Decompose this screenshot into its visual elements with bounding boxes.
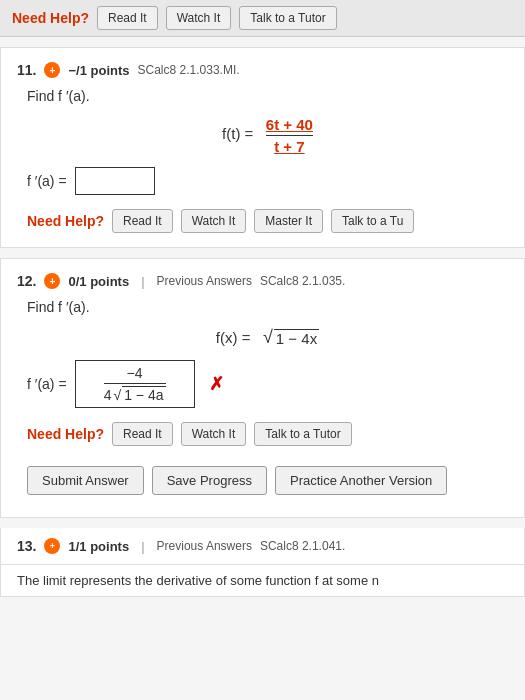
q12-answer-box: −4 4 √ 1 − 4a bbox=[75, 360, 195, 408]
q12-function: f(x) = √ 1 − 4x bbox=[27, 327, 508, 348]
q11-denominator: t + 7 bbox=[266, 136, 313, 155]
read-it-button-top[interactable]: Read It bbox=[97, 6, 158, 30]
q11-watch-it-button[interactable]: Watch It bbox=[181, 209, 247, 233]
q12-number: 12. bbox=[17, 273, 36, 289]
q12-points: 0/1 points bbox=[68, 274, 129, 289]
q13-body-text: The limit represents the derivative of s… bbox=[0, 565, 525, 597]
q13-prev-answers: Previous Answers bbox=[157, 539, 252, 553]
q12-sqrt-content: 1 − 4x bbox=[274, 329, 319, 347]
q12-submit-button[interactable]: Submit Answer bbox=[27, 466, 144, 495]
question-12-header: 12. + 0/1 points | Previous Answers SCal… bbox=[17, 273, 508, 289]
q12-watch-it-button[interactable]: Watch It bbox=[181, 422, 247, 446]
q13-number: 13. bbox=[17, 538, 36, 554]
q12-talk-tutor-button[interactable]: Talk to a Tutor bbox=[254, 422, 351, 446]
q11-answer-input[interactable] bbox=[75, 167, 155, 195]
question-13-header: 13. + 1/1 points | Previous Answers SCal… bbox=[0, 528, 525, 565]
top-bar: Need Help? Read It Watch It Talk to a Tu… bbox=[0, 0, 525, 37]
q12-ans-sqrt: √ 1 − 4a bbox=[113, 386, 165, 403]
q11-answer-row: f ′(a) = bbox=[27, 167, 508, 195]
watch-it-button-top[interactable]: Watch It bbox=[166, 6, 232, 30]
q12-ans-sqrt-symbol: √ bbox=[113, 387, 121, 403]
q11-points: −/1 points bbox=[68, 63, 129, 78]
q12-answer-row: f ′(a) = −4 4 √ 1 − 4a ✗ bbox=[27, 360, 508, 408]
q11-talk-tutor-button[interactable]: Talk to a Tu bbox=[331, 209, 414, 233]
q12-wrong-mark: ✗ bbox=[209, 373, 224, 395]
q13-course-code: SCalc8 2.1.041. bbox=[260, 539, 345, 553]
q12-divider: | bbox=[141, 274, 144, 289]
q12-course-code: SCalc8 2.1.035. bbox=[260, 274, 345, 288]
q13-icon: + bbox=[44, 538, 60, 554]
q12-need-help-label: Need Help? bbox=[27, 426, 104, 442]
q11-answer-label: f ′(a) = bbox=[27, 173, 67, 189]
q11-fraction: 6t + 40 t + 7 bbox=[266, 116, 313, 155]
q12-function-label: f(x) = bbox=[216, 329, 251, 346]
q12-ans-numerator: −4 bbox=[104, 365, 166, 384]
talk-tutor-button-top[interactable]: Talk to a Tutor bbox=[239, 6, 336, 30]
q12-ans-denominator: 4 √ 1 − 4a bbox=[104, 384, 166, 403]
q12-read-it-button[interactable]: Read It bbox=[112, 422, 173, 446]
q12-prev-answers: Previous Answers bbox=[157, 274, 252, 288]
q11-need-help-label: Need Help? bbox=[27, 213, 104, 229]
q12-practice-version-button[interactable]: Practice Another Version bbox=[275, 466, 447, 495]
q11-master-it-button[interactable]: Master It bbox=[254, 209, 323, 233]
q12-sqrt-symbol: √ bbox=[263, 327, 273, 348]
q13-points: 1/1 points bbox=[68, 539, 129, 554]
q12-save-progress-button[interactable]: Save Progress bbox=[152, 466, 267, 495]
q12-help-row: Need Help? Read It Watch It Talk to a Tu… bbox=[27, 422, 508, 446]
q11-function: f(t) = 6t + 40 t + 7 bbox=[27, 116, 508, 155]
question-11-header: 11. + −/1 points SCalc8 2.1.033.MI. bbox=[17, 62, 508, 78]
question-12-block: 12. + 0/1 points | Previous Answers SCal… bbox=[0, 258, 525, 518]
q11-icon: + bbox=[44, 62, 60, 78]
q12-ans-sqrt-content: 1 − 4a bbox=[122, 386, 165, 403]
q11-function-label: f(t) = bbox=[222, 125, 253, 142]
q11-course-code: SCalc8 2.1.033.MI. bbox=[138, 63, 240, 77]
q12-find-text: Find f ′(a). bbox=[27, 299, 508, 315]
q12-answer-fraction: −4 4 √ 1 − 4a bbox=[104, 365, 166, 403]
q11-numerator: 6t + 40 bbox=[266, 116, 313, 136]
q11-content: Find f ′(a). f(t) = 6t + 40 t + 7 f ′(a)… bbox=[27, 88, 508, 233]
question-11-block: 11. + −/1 points SCalc8 2.1.033.MI. Find… bbox=[0, 47, 525, 248]
q12-answer-label: f ′(a) = bbox=[27, 376, 67, 392]
q12-sqrt: √ 1 − 4x bbox=[263, 327, 319, 348]
q12-content: Find f ′(a). f(x) = √ 1 − 4x f ′(a) = −4… bbox=[27, 299, 508, 503]
q13-divider: | bbox=[141, 539, 144, 554]
need-help-label: Need Help? bbox=[12, 10, 89, 26]
q12-icon: + bbox=[44, 273, 60, 289]
q11-read-it-button[interactable]: Read It bbox=[112, 209, 173, 233]
q11-find-text: Find f ′(a). bbox=[27, 88, 508, 104]
q11-help-row: Need Help? Read It Watch It Master It Ta… bbox=[27, 209, 508, 233]
q12-bottom-actions: Submit Answer Save Progress Practice Ano… bbox=[27, 458, 508, 503]
q11-number: 11. bbox=[17, 62, 36, 78]
